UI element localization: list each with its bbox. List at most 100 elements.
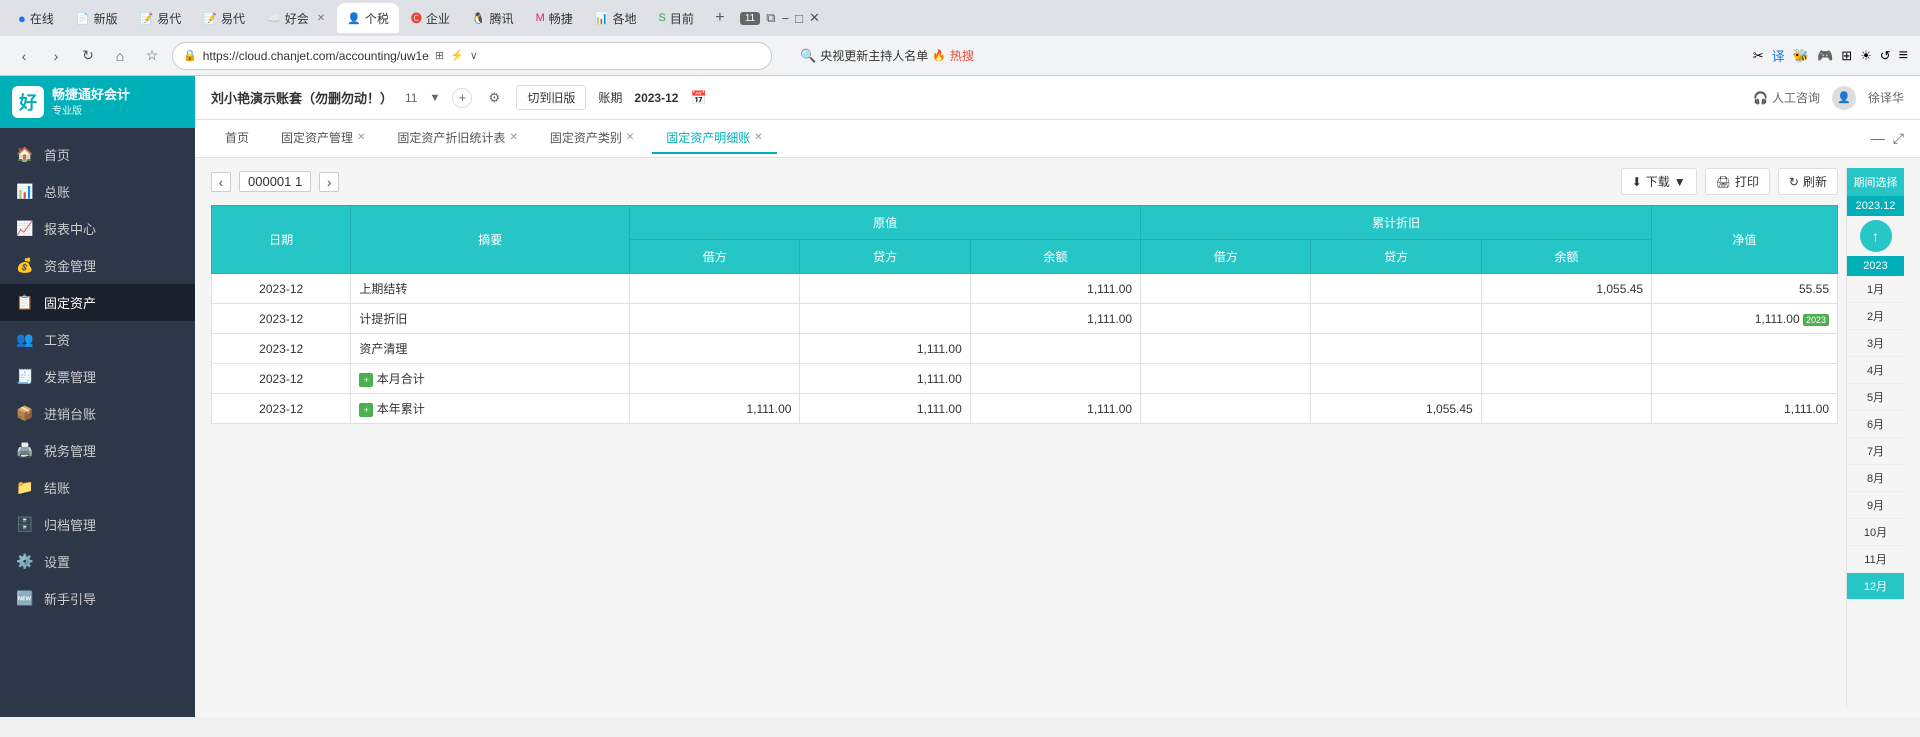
period-month-11[interactable]: 11月: [1847, 546, 1904, 573]
sidebar-item-fixed-assets[interactable]: 📋 固定资产: [0, 284, 195, 321]
period-month-5[interactable]: 5月: [1847, 384, 1904, 411]
menu-icon[interactable]: ≡: [1899, 47, 1908, 65]
download-dropdown-icon[interactable]: ▼: [1674, 175, 1686, 189]
sidebar-item-reports[interactable]: 📈 报表中心: [0, 210, 195, 247]
row5-summary: + 本年累计: [351, 394, 630, 424]
browser-tab-new[interactable]: 📄 新版: [66, 3, 128, 33]
period-month-1[interactable]: 1月: [1847, 276, 1904, 303]
prev-record-button[interactable]: ‹: [211, 172, 231, 192]
period-month-6[interactable]: 6月: [1847, 411, 1904, 438]
help-button[interactable]: 🎧 人工咨询: [1753, 89, 1820, 106]
restore-window-icon[interactable]: ⧉: [766, 10, 775, 26]
content-area: ‹ 000001 1 › ⬇ 下载 ▼: [195, 158, 1920, 717]
sidebar-item-payroll[interactable]: 👥 工资: [0, 321, 195, 358]
period-month-12[interactable]: 12月: [1847, 573, 1904, 600]
back-button[interactable]: ‹: [12, 44, 36, 68]
browser-tab-yidai2[interactable]: 📝 易代: [193, 3, 255, 33]
sidebar-item-guide[interactable]: 🆕 新手引导: [0, 580, 195, 617]
sidebar-item-ledger[interactable]: 📊 总账: [0, 173, 195, 210]
browser-tab-haohui[interactable]: ☁️ 好会 ✕: [257, 3, 335, 33]
period-month-3[interactable]: 3月: [1847, 330, 1904, 357]
period-month-4[interactable]: 4月: [1847, 357, 1904, 384]
period-month-9[interactable]: 9月: [1847, 492, 1904, 519]
browser-tab-online[interactable]: ● 在线: [8, 3, 64, 33]
row2-summary: 计提折旧: [351, 304, 630, 334]
period-month-7[interactable]: 7月: [1847, 438, 1904, 465]
sidebar-item-funds-label: 资金管理: [44, 256, 96, 275]
url-text: https://cloud.chanjet.com/accounting/uw1…: [203, 49, 429, 63]
url-dropdown-icon[interactable]: ∨: [470, 49, 478, 62]
browser-tab-getax[interactable]: 👤 个税: [337, 3, 399, 33]
browser-tab-haohui-label: 好会: [285, 10, 309, 27]
browser-tab-gedi[interactable]: 📊 各地: [585, 3, 647, 33]
tab-home[interactable]: 首页: [211, 123, 263, 154]
refresh-button[interactable]: ↻ 刷新: [1778, 168, 1838, 195]
history-back-icon[interactable]: ↺: [1880, 48, 1891, 64]
lightning-icon[interactable]: ⚡: [450, 49, 464, 62]
tab-asset-detail-ledger[interactable]: 固定资产明细账 ✕: [652, 123, 776, 154]
maximize-icon[interactable]: □: [795, 11, 803, 26]
browser-tab-qiye-label: 企业: [426, 10, 450, 27]
dropdown-icon[interactable]: ▼: [429, 92, 440, 104]
row1-orig-credit: [800, 274, 970, 304]
sidebar-logo: 好 畅捷通好会计 专业版: [0, 76, 195, 128]
url-input[interactable]: 🔒 https://cloud.chanjet.com/accounting/u…: [172, 42, 772, 70]
logo-title: 畅捷通好会计: [52, 87, 130, 103]
cut-icon[interactable]: ✂: [1753, 48, 1764, 64]
sidebar-item-home[interactable]: 🏠 首页: [0, 136, 195, 173]
tab-depreciation-stat-close[interactable]: ✕: [509, 132, 517, 143]
sidebar-item-tax[interactable]: 🖨️ 税务管理: [0, 432, 195, 469]
bookmark-button[interactable]: ☆: [140, 44, 164, 68]
tab-fixed-assets-mgmt-close[interactable]: ✕: [357, 132, 365, 143]
row2-orig-credit: [800, 304, 970, 334]
scroll-up-button[interactable]: ↑: [1860, 220, 1892, 252]
sidebar-item-archive[interactable]: 🗄️ 归档管理: [0, 506, 195, 543]
reload-button[interactable]: ↻: [76, 44, 100, 68]
extension1-icon[interactable]: 🐝: [1793, 48, 1809, 64]
sidebar-item-payroll-label: 工资: [44, 330, 70, 349]
period-month-10[interactable]: 10月: [1847, 519, 1904, 546]
browser-tab-haohui-close[interactable]: ✕: [317, 13, 325, 24]
download-button[interactable]: ⬇ 下载 ▼: [1621, 168, 1697, 195]
sidebar-item-invoice[interactable]: 🧾 发票管理: [0, 358, 195, 395]
maximize-panel-icon[interactable]: ⤢: [1893, 130, 1904, 147]
sidebar-item-closing[interactable]: 📁 结账: [0, 469, 195, 506]
new-tab-button[interactable]: +: [706, 4, 734, 32]
switch-version-button[interactable]: 切到旧版: [516, 85, 586, 110]
grid-icon[interactable]: ⊞: [1841, 48, 1852, 64]
row4-accum-credit: [1311, 364, 1481, 394]
fixed-assets-icon: 📋: [16, 294, 34, 312]
sidebar-item-funds[interactable]: 💰 资金管理: [0, 247, 195, 284]
sidebar-item-inventory[interactable]: 📦 进销台账: [0, 395, 195, 432]
close-window-icon[interactable]: ✕: [809, 10, 820, 26]
browser-tab-yidai1[interactable]: 📝 易代: [130, 3, 192, 33]
site-info-icon[interactable]: ⊞: [435, 49, 444, 62]
user-avatar[interactable]: 👤: [1832, 86, 1856, 110]
settings-gear-button[interactable]: ⚙: [484, 88, 504, 108]
browser-tab-changjie[interactable]: M 畅捷: [526, 3, 583, 33]
add-account-button[interactable]: +: [452, 88, 472, 108]
gaming-icon[interactable]: 🎮: [1817, 48, 1833, 64]
tab-depreciation-stat[interactable]: 固定资产折旧统计表 ✕: [383, 123, 531, 154]
period-month-8[interactable]: 8月: [1847, 465, 1904, 492]
forward-button[interactable]: ›: [44, 44, 68, 68]
hot-search-icon: 🔥: [932, 49, 946, 62]
translate-icon[interactable]: 译: [1772, 46, 1785, 65]
period-month-2[interactable]: 2月: [1847, 303, 1904, 330]
next-record-button[interactable]: ›: [319, 172, 339, 192]
sidebar-item-settings[interactable]: ⚙️ 设置: [0, 543, 195, 580]
minimize-icon[interactable]: −: [782, 11, 790, 26]
brightness-icon[interactable]: ☀: [1860, 48, 1872, 64]
browser-tab-tencent[interactable]: 🐧 腾讯: [462, 3, 524, 33]
tab-asset-detail-ledger-close[interactable]: ✕: [754, 132, 762, 143]
tab-fixed-assets-mgmt[interactable]: 固定资产管理 ✕: [267, 123, 379, 154]
minimize-panel-icon[interactable]: —: [1871, 130, 1885, 147]
th-accum-debit: 借方: [1141, 240, 1311, 274]
browser-tab-qiye[interactable]: 🅒 企业: [401, 3, 460, 33]
tab-asset-category-close[interactable]: ✕: [626, 132, 634, 143]
browser-tab-muqian[interactable]: S 目前: [649, 3, 704, 33]
calendar-icon[interactable]: 📅: [690, 90, 706, 106]
print-button[interactable]: 🖨 打印: [1705, 168, 1770, 195]
tab-asset-category[interactable]: 固定资产类别 ✕: [536, 123, 648, 154]
home-button[interactable]: ⌂: [108, 44, 132, 68]
